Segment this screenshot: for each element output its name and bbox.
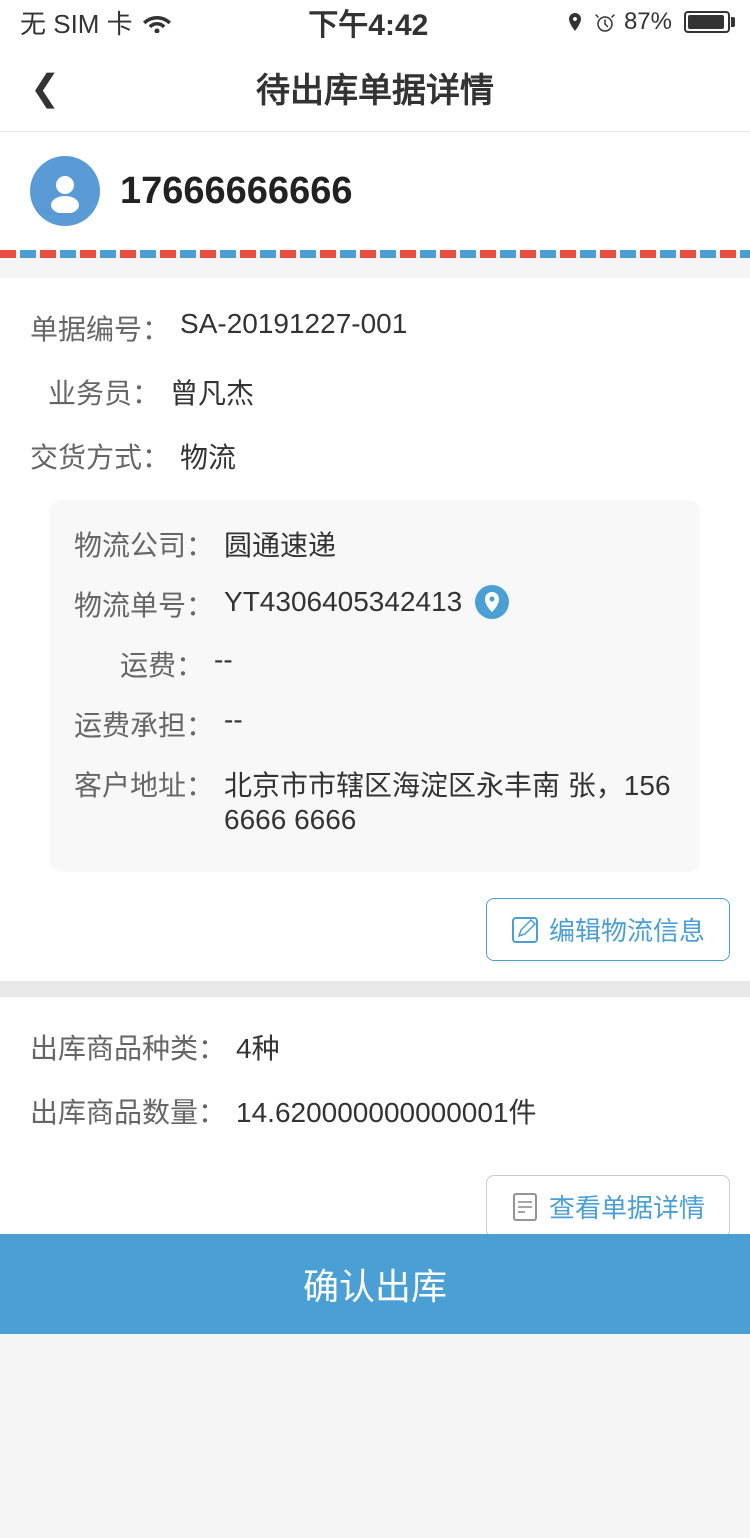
edit-logistics-button[interactable]: 编辑物流信息 [486, 898, 730, 961]
delivery-label: 交货方式： [30, 436, 180, 476]
logistics-tracking-label: 物流单号： [74, 584, 224, 624]
back-button[interactable]: ❮ [30, 67, 60, 109]
status-bar-right: 87% [564, 8, 730, 36]
wifi-icon [141, 11, 173, 33]
logistics-company-label: 物流公司： [74, 524, 224, 564]
freight-row: 运费： -- [74, 644, 676, 684]
goods-types-row: 出库商品种类： 4种 [30, 1027, 720, 1067]
goods-types-value: 4种 [236, 1027, 280, 1067]
logistics-tracking-value: YT4306405342413 [224, 584, 676, 620]
edit-icon [511, 916, 539, 944]
freight-value: -- [214, 644, 676, 676]
avatar [30, 156, 100, 226]
status-bar-time: 下午4:42 [308, 0, 428, 44]
staff-value: 曾凡杰 [170, 372, 720, 412]
document-icon [511, 1193, 539, 1221]
carrier-text: 无 SIM 卡 [20, 4, 133, 41]
goods-types-label: 出库商品种类： [30, 1027, 236, 1067]
edit-btn-container: 编辑物流信息 [0, 882, 750, 981]
document-info-section: 单据编号： SA-20191227-001 业务员： 曾凡杰 交货方式： 物流 … [0, 278, 750, 882]
alarm-icon [594, 11, 616, 33]
goods-quantity-row: 出库商品数量： 14.620000000000001件 [30, 1091, 720, 1131]
status-bar-left: 无 SIM 卡 [20, 4, 173, 41]
goods-quantity-label: 出库商品数量： [30, 1091, 236, 1131]
view-detail-button[interactable]: 查看单据详情 [486, 1175, 730, 1238]
edit-btn-label: 编辑物流信息 [549, 911, 705, 948]
tracking-location-icon[interactable] [474, 584, 510, 620]
customer-header: 17666666666 [0, 132, 750, 250]
battery-icon [684, 11, 730, 33]
avatar-icon [43, 169, 87, 213]
tracking-number-text: YT4306405342413 [224, 586, 462, 618]
staff-row: 业务员： 曾凡杰 [30, 372, 720, 412]
location-status-icon [564, 11, 586, 33]
delivery-row: 交货方式： 物流 [30, 436, 720, 476]
view-detail-btn-label: 查看单据详情 [549, 1188, 705, 1225]
battery-percent: 87% [624, 8, 672, 36]
logistics-tracking-row: 物流单号： YT4306405342413 [74, 584, 676, 624]
goods-quantity-value: 14.620000000000001件 [236, 1091, 537, 1131]
nav-bar: ❮ 待出库单据详情 [0, 44, 750, 132]
freight-bearer-value: -- [224, 704, 676, 736]
decorative-border [0, 250, 750, 258]
doc-number-value: SA-20191227-001 [180, 308, 720, 340]
confirm-button[interactable]: 确认出库 [0, 1234, 750, 1334]
page-title: 待出库单据详情 [256, 63, 494, 112]
confirm-btn-label: 确认出库 [303, 1258, 447, 1310]
goods-section: 出库商品种类： 4种 出库商品数量： 14.620000000000001件 [0, 997, 750, 1165]
doc-number-row: 单据编号： SA-20191227-001 [30, 308, 720, 348]
logistics-section: 物流公司： 圆通速递 物流单号： YT4306405342413 运费： -- … [50, 500, 700, 872]
staff-label: 业务员： [30, 372, 170, 412]
logistics-company-row: 物流公司： 圆通速递 [74, 524, 676, 564]
freight-bearer-label: 运费承担： [74, 704, 224, 744]
customer-phone: 17666666666 [120, 170, 352, 213]
logistics-company-value: 圆通速递 [224, 524, 676, 564]
section-divider [0, 981, 750, 997]
delivery-value: 物流 [180, 436, 720, 476]
freight-label: 运费： [74, 644, 214, 684]
doc-number-label: 单据编号： [30, 308, 180, 348]
freight-bearer-row: 运费承担： -- [74, 704, 676, 744]
address-row: 客户地址： 北京市市辖区海淀区永丰南 张，156 6666 6666 [74, 764, 676, 836]
address-value: 北京市市辖区海淀区永丰南 张，156 6666 6666 [224, 764, 676, 836]
status-bar: 无 SIM 卡 下午4:42 87% [0, 0, 750, 44]
address-label: 客户地址： [74, 764, 224, 804]
